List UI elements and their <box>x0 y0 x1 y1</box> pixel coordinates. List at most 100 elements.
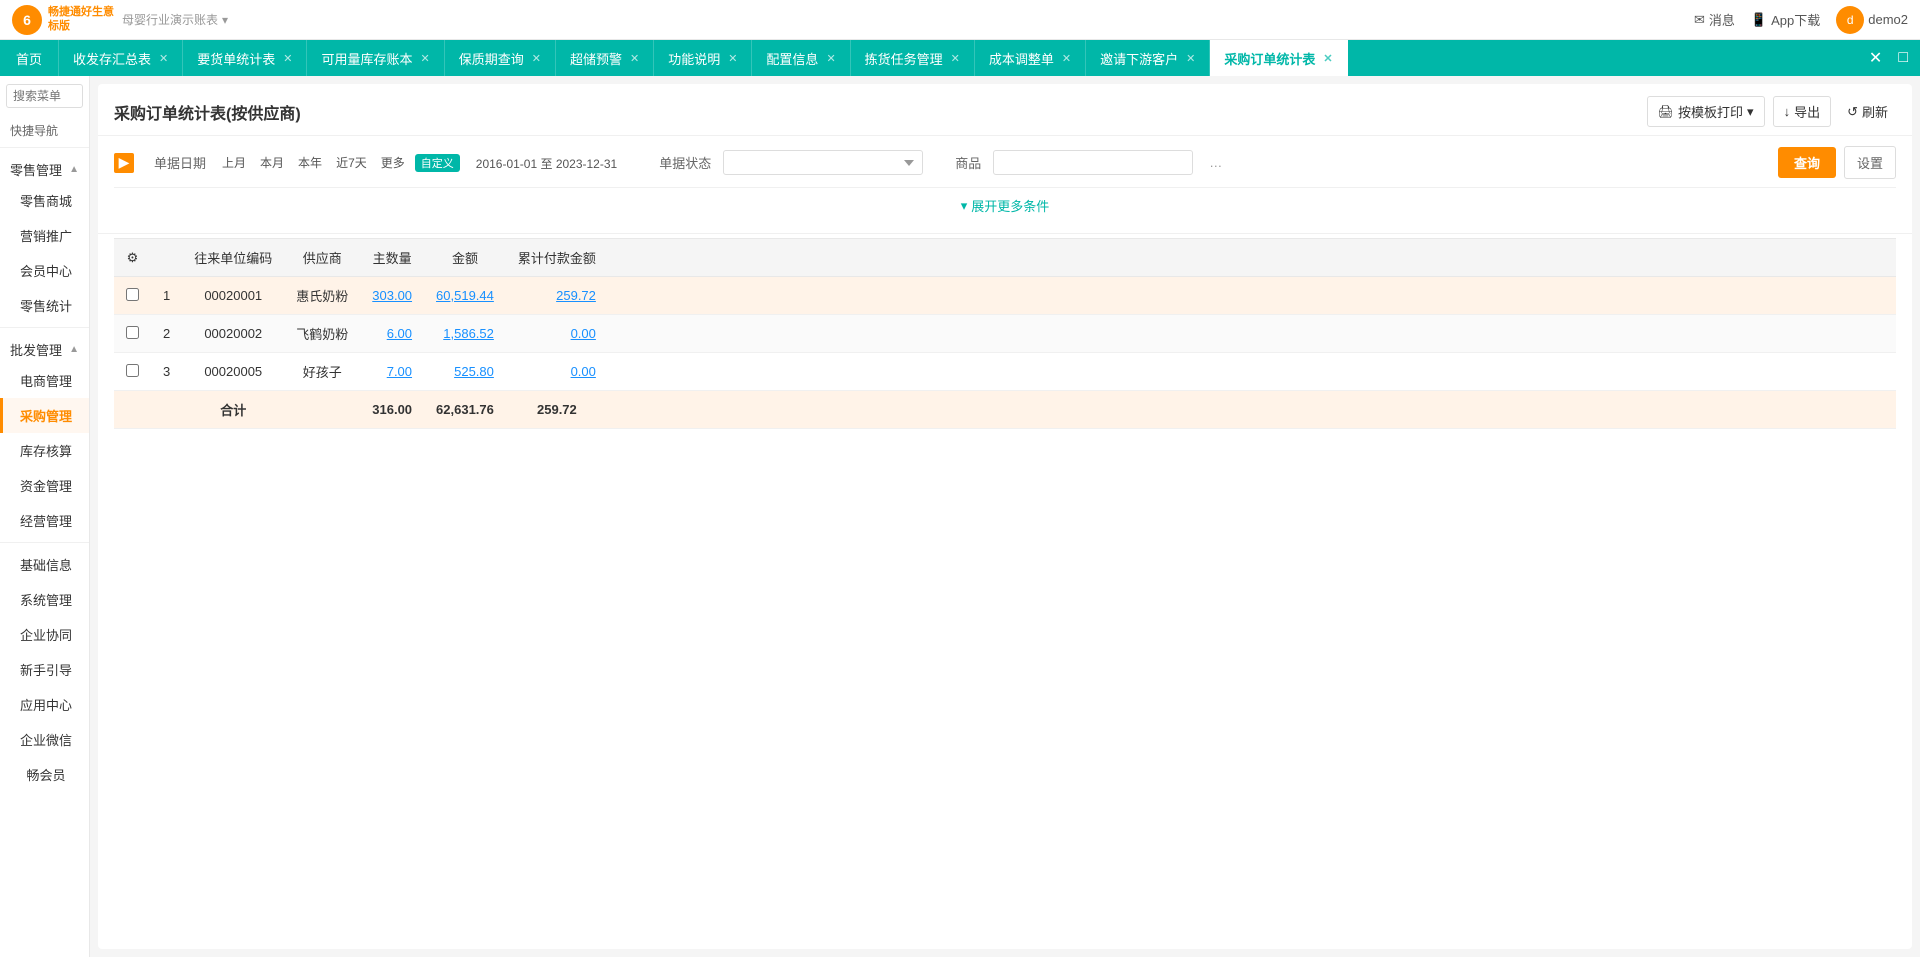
tab-yaoqing-close[interactable]: ✕ <box>1186 52 1195 65</box>
date-filter-label: 单据日期 <box>154 153 206 172</box>
shortcut-this-year[interactable]: 本年 <box>294 152 326 173</box>
sidebar-item-wechat[interactable]: 企业微信 <box>0 722 89 757</box>
row-check-0[interactable] <box>114 277 151 315</box>
row-unit-code-2: 00020005 <box>182 353 284 391</box>
sidebar-item-retail-stats[interactable]: 零售统计 <box>0 288 89 323</box>
tab-baoyuanqi[interactable]: 保质期查询 ✕ <box>445 40 556 76</box>
tab-caigoudan-close[interactable]: ✕ <box>1323 52 1332 65</box>
tab-banhuo[interactable]: 拣货任务管理 ✕ <box>851 40 975 76</box>
tab-home-label: 首页 <box>16 49 42 68</box>
tab-chaochuyujing[interactable]: 超储预警 ✕ <box>556 40 654 76</box>
sidebar-divider-1 <box>0 147 89 148</box>
tab-yaoqing[interactable]: 邀请下游客户 ✕ <box>1086 40 1210 76</box>
goods-more-icon[interactable]: … <box>1209 155 1222 170</box>
sidebar-divider-3 <box>0 542 89 543</box>
shortcut-this-month[interactable]: 本月 <box>256 152 288 173</box>
sidebar-item-batch-mgmt[interactable]: 批发管理 ▲ <box>0 332 89 363</box>
sidebar-item-ops[interactable]: 经营管理 <box>0 503 89 538</box>
row-check-2[interactable] <box>114 353 151 391</box>
expand-row: ▾ 展开更多条件 <box>114 187 1896 223</box>
sidebar-item-zero-retail[interactable]: 零售管理 ▲ <box>0 152 89 183</box>
tab-peizhi[interactable]: 配置信息 ✕ <box>752 40 850 76</box>
tab-baoyuanqi-label: 保质期查询 <box>459 49 524 68</box>
sidebar-quicknav-label[interactable]: 快捷导航 <box>0 116 89 143</box>
tab-baoyuanqi-close[interactable]: ✕ <box>532 52 541 65</box>
row-supplier-1: 飞鹤奶粉 <box>284 315 360 353</box>
tab-yaohuo[interactable]: 要货单统计表 ✕ <box>183 40 307 76</box>
sidebar-item-enterprise[interactable]: 企业协同 <box>0 617 89 652</box>
data-table: ⚙ 往来单位编码 供应商 主数量 金额 累计付款金额 <box>114 238 1896 429</box>
sidebar-item-finance[interactable]: 资金管理 <box>0 468 89 503</box>
shortcut-more[interactable]: 更多 <box>377 152 409 173</box>
tab-shoufaahui-close[interactable]: ✕ <box>159 52 168 65</box>
row-checkbox-2[interactable] <box>126 364 139 377</box>
sidebar-item-purchase[interactable]: 采购管理 <box>0 398 89 433</box>
row-checkbox-1[interactable] <box>126 326 139 339</box>
th-settings[interactable]: ⚙ <box>114 239 151 277</box>
footer-amount: 62,631.76 <box>424 391 506 429</box>
tab-chengbentiao[interactable]: 成本调整单 ✕ <box>975 40 1086 76</box>
settings-button[interactable]: 设置 <box>1844 146 1896 179</box>
row-amount-0: 60,519.44 <box>424 277 506 315</box>
sidebar-item-newguide[interactable]: 新手引导 <box>0 652 89 687</box>
tab-gongnengshuo-close[interactable]: ✕ <box>728 52 737 65</box>
app-download-button[interactable]: 📱 App下载 <box>1751 10 1820 29</box>
page-content: 采购订单统计表(按供应商) 🖨 按模板打印 ▾ ↓ 导出 ↺ 刷新 <box>98 84 1912 949</box>
query-button[interactable]: 查询 <box>1778 147 1836 178</box>
export-icon: ↓ <box>1784 104 1791 119</box>
shortcut-7days[interactable]: 近7天 <box>332 152 371 173</box>
tab-caigoudan[interactable]: 采购订单统计表 ✕ <box>1210 40 1347 76</box>
sidebar-item-ecommerce[interactable]: 电商管理 <box>0 363 89 398</box>
sidebar: 快捷导航 零售管理 ▲ 零售商城 营销推广 会员中心 零售统计 批发管理 ▲ 电… <box>0 76 90 957</box>
th-supplier: 供应商 <box>284 239 360 277</box>
tab-banhuo-close[interactable]: ✕ <box>951 52 960 65</box>
sidebar-item-vip[interactable]: 畅会员 <box>0 757 89 792</box>
row-checkbox-0[interactable] <box>126 288 139 301</box>
sidebar-item-system[interactable]: 系统管理 <box>0 582 89 617</box>
sidebar-item-marketing[interactable]: 营销推广 <box>0 218 89 253</box>
shortcut-last-month[interactable]: 上月 <box>218 152 250 173</box>
toggle-left-icon[interactable]: ▶ <box>114 153 134 173</box>
custom-badge[interactable]: 自定义 <box>415 154 460 172</box>
footer-extra <box>608 391 1896 429</box>
status-select[interactable] <box>723 150 923 175</box>
sidebar-item-appcenter[interactable]: 应用中心 <box>0 687 89 722</box>
tab-yaohuo-close[interactable]: ✕ <box>283 52 292 65</box>
row-paid-2: 0.00 <box>506 353 608 391</box>
sidebar-item-retail-shop[interactable]: 零售商城 <box>0 183 89 218</box>
tab-chaochuyujing-label: 超储预警 <box>570 49 622 68</box>
th-extra <box>608 239 1896 277</box>
tab-keyongliang[interactable]: 可用量库存账本 ✕ <box>307 40 444 76</box>
table-footer-row: 合计 316.00 62,631.76 259.72 <box>114 391 1896 429</box>
tab-expand-action[interactable]: □ <box>1894 45 1912 71</box>
tab-close-action[interactable]: ✕ <box>1865 44 1886 72</box>
expand-more-button[interactable]: ▾ 展开更多条件 <box>953 192 1058 219</box>
page-header-actions: 🖨 按模板打印 ▾ ↓ 导出 ↺ 刷新 <box>1647 96 1897 127</box>
tab-peizhi-label: 配置信息 <box>766 49 818 68</box>
print-button[interactable]: 🖨 按模板打印 ▾ <box>1647 96 1765 127</box>
tab-shoufaahui-label: 收发存汇总表 <box>73 49 151 68</box>
footer-qty: 316.00 <box>360 391 424 429</box>
tab-shoufaahui[interactable]: 收发存汇总表 ✕ <box>59 40 183 76</box>
search-input[interactable] <box>6 84 83 108</box>
tab-peizhi-close[interactable]: ✕ <box>826 52 835 65</box>
breadcrumb[interactable]: 母婴行业演示账表 ▾ <box>122 11 228 28</box>
footer-empty-2 <box>151 391 182 429</box>
message-button[interactable]: ✉ 消息 <box>1694 10 1735 29</box>
sidebar-item-member-center[interactable]: 会员中心 <box>0 253 89 288</box>
th-index <box>151 239 182 277</box>
row-supplier-2: 好孩子 <box>284 353 360 391</box>
row-check-1[interactable] <box>114 315 151 353</box>
export-button[interactable]: ↓ 导出 <box>1773 96 1832 127</box>
tab-chengbentiao-close[interactable]: ✕ <box>1062 52 1071 65</box>
tab-chaochuyujing-close[interactable]: ✕ <box>630 52 639 65</box>
sidebar-item-inventory[interactable]: 库存核算 <box>0 433 89 468</box>
tab-gongnengshuo[interactable]: 功能说明 ✕ <box>654 40 752 76</box>
sidebar-item-basic[interactable]: 基础信息 <box>0 547 89 582</box>
top-bar-left: 6 畅捷通好生意 标版 母婴行业演示账表 ▾ <box>12 5 228 35</box>
user-profile[interactable]: d demo2 <box>1836 6 1908 34</box>
refresh-button[interactable]: ↺ 刷新 <box>1839 97 1896 126</box>
tab-home[interactable]: 首页 <box>0 40 59 76</box>
goods-input[interactable] <box>993 150 1193 175</box>
tab-keyongliang-close[interactable]: ✕ <box>421 52 430 65</box>
